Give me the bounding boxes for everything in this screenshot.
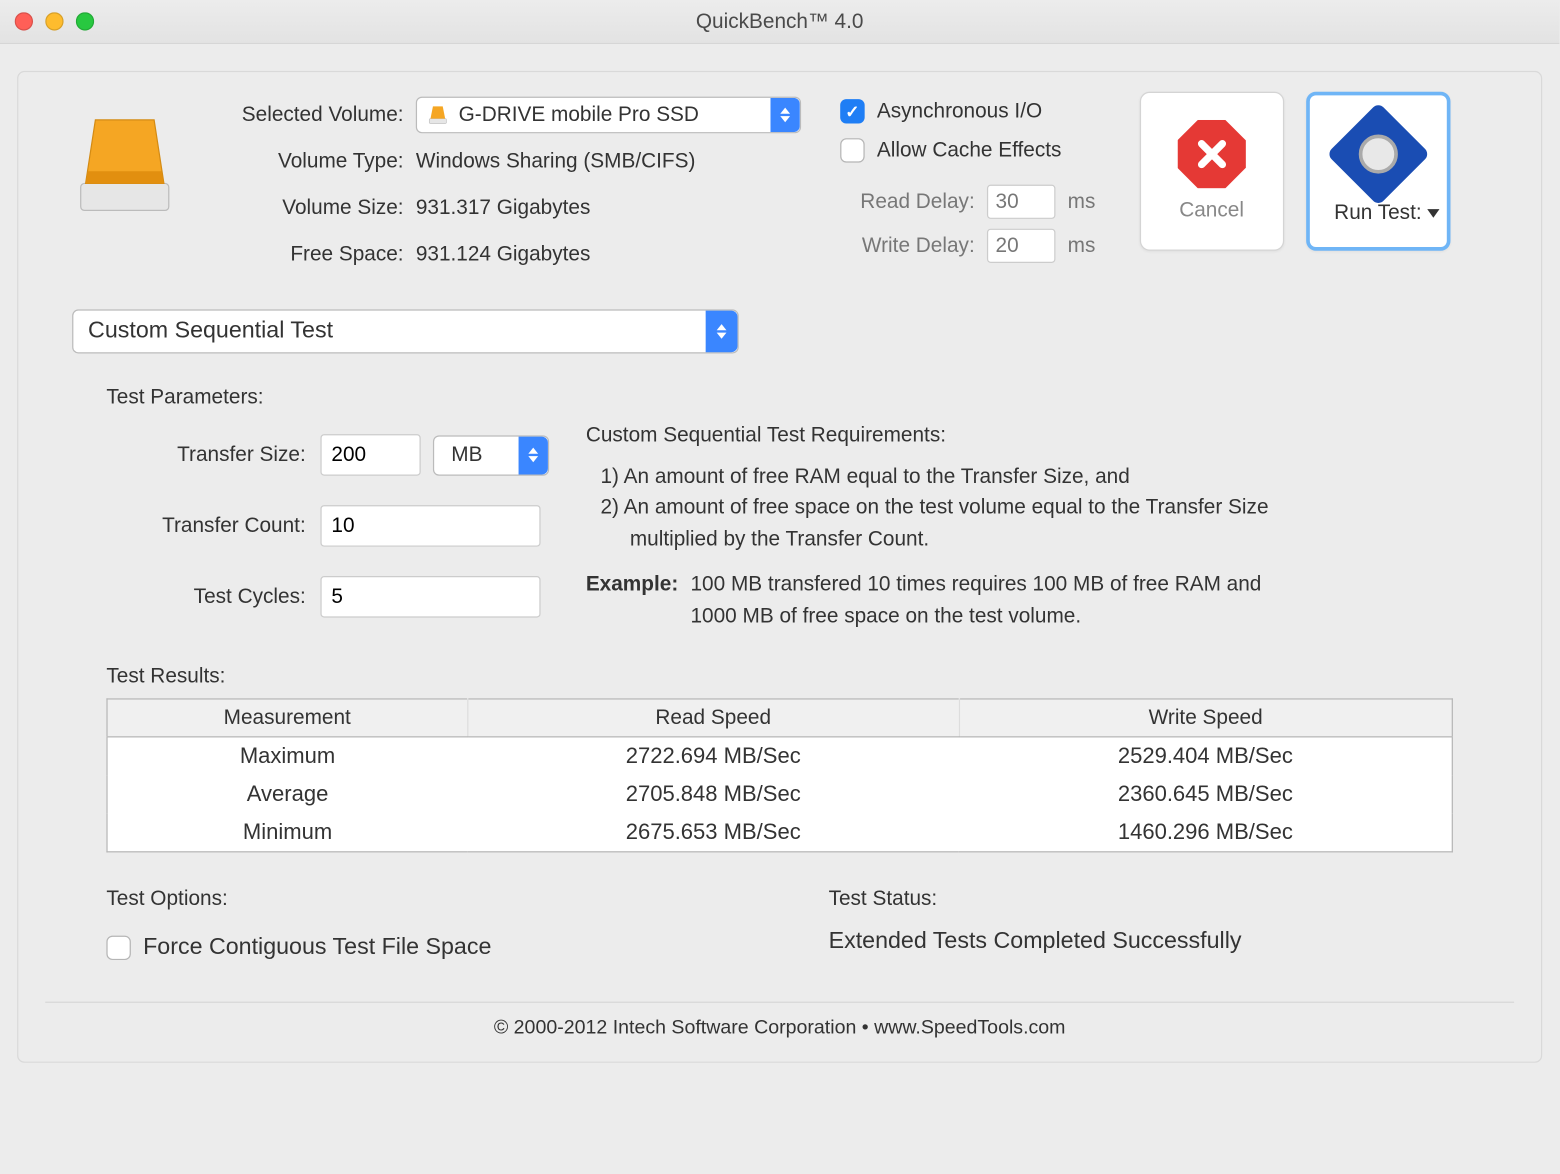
- table-row: Minimum 2675.653 MB/Sec 1460.296 MB/Sec: [107, 813, 1452, 852]
- results-table: Measurement Read Speed Write Speed Maxim…: [106, 698, 1453, 852]
- transfer-size-unit-value: MB: [451, 443, 482, 467]
- window-title: QuickBench™ 4.0: [0, 9, 1559, 33]
- requirements-text: Custom Sequential Test Requirements: 1) …: [586, 419, 1308, 632]
- table-row: Average 2705.848 MB/Sec 2360.645 MB/Sec: [107, 775, 1452, 813]
- run-test-button[interactable]: Run Test:: [1306, 92, 1450, 251]
- free-space-value: 931.124 Gigabytes: [416, 242, 591, 266]
- stopwatch-icon: [1341, 117, 1414, 190]
- test-type-value: Custom Sequential Test: [88, 318, 333, 345]
- volume-select[interactable]: G-DRIVE mobile Pro SSD: [416, 97, 801, 134]
- write-delay-unit: ms: [1068, 234, 1096, 258]
- test-type-select[interactable]: Custom Sequential Test: [72, 309, 739, 353]
- col-read-speed: Read Speed: [467, 699, 959, 737]
- cache-effects-checkbox[interactable]: [840, 138, 864, 162]
- cache-effects-label: Allow Cache Effects: [877, 138, 1062, 162]
- run-test-button-label: Run Test:: [1334, 201, 1421, 225]
- requirement-2: 2) An amount of free space on the test v…: [600, 492, 1307, 554]
- main-panel: Selected Volume: G-DRIVE mobile Pro SSD: [17, 71, 1542, 1063]
- read-delay-label: Read Delay:: [840, 190, 975, 214]
- dropdown-caret-icon: [519, 436, 548, 474]
- read-delay-input[interactable]: [987, 185, 1055, 219]
- read-delay-unit: ms: [1068, 190, 1096, 214]
- example-label: Example:: [586, 569, 678, 631]
- transfer-size-label: Transfer Size:: [106, 443, 320, 467]
- test-cycles-label: Test Cycles:: [106, 585, 320, 609]
- col-write-speed: Write Speed: [959, 699, 1452, 737]
- async-io-label: Asynchronous I/O: [877, 99, 1042, 123]
- drive-icon: [45, 92, 204, 227]
- volume-size-label: Volume Size:: [216, 196, 415, 220]
- write-delay-input[interactable]: [987, 229, 1055, 263]
- requirements-title: Custom Sequential Test Requirements:: [586, 419, 1308, 450]
- titlebar: QuickBench™ 4.0: [0, 0, 1559, 44]
- transfer-count-input[interactable]: [320, 505, 540, 547]
- volume-select-value: G-DRIVE mobile Pro SSD: [459, 103, 771, 127]
- test-results-heading: Test Results:: [106, 664, 1514, 688]
- cancel-button[interactable]: Cancel: [1139, 92, 1283, 251]
- dropdown-caret-icon: [770, 98, 799, 132]
- volume-size-value: 931.317 Gigabytes: [416, 196, 591, 220]
- volume-mini-icon: [427, 104, 449, 126]
- selected-volume-label: Selected Volume:: [216, 103, 415, 127]
- test-options-heading: Test Options:: [106, 887, 730, 911]
- cancel-button-label: Cancel: [1179, 198, 1244, 222]
- free-space-label: Free Space:: [216, 242, 415, 266]
- transfer-size-input[interactable]: [320, 434, 420, 476]
- transfer-size-unit-select[interactable]: MB: [433, 435, 549, 475]
- example-text: 100 MB transfered 10 times requires 100 …: [690, 569, 1307, 631]
- test-cycles-input[interactable]: [320, 576, 540, 618]
- test-status-heading: Test Status:: [829, 887, 1453, 911]
- io-options: ✓ Asynchronous I/O Allow Cache Effects R…: [840, 92, 1095, 268]
- force-contiguous-checkbox[interactable]: [106, 936, 130, 960]
- table-row: Maximum 2722.694 MB/Sec 2529.404 MB/Sec: [107, 737, 1452, 776]
- run-test-dropdown-icon: [1427, 209, 1439, 218]
- test-parameters-heading: Test Parameters:: [106, 385, 1514, 409]
- volume-type-label: Volume Type:: [216, 149, 415, 173]
- test-status-text: Extended Tests Completed Successfully: [829, 928, 1453, 955]
- footer-copyright: © 2000-2012 Intech Software Corporation …: [45, 1002, 1514, 1040]
- requirement-1: 1) An amount of free RAM equal to the Tr…: [600, 460, 1307, 491]
- transfer-count-label: Transfer Count:: [106, 514, 320, 538]
- app-window: QuickBench™ 4.0 Selected Volume:: [0, 0, 1559, 1174]
- force-contiguous-label: Force Contiguous Test File Space: [143, 934, 491, 961]
- dropdown-caret-icon: [706, 311, 738, 353]
- col-measurement: Measurement: [107, 699, 467, 737]
- volume-type-value: Windows Sharing (SMB/CIFS): [416, 149, 696, 173]
- async-io-checkbox[interactable]: ✓: [840, 99, 864, 123]
- volume-info: Selected Volume: G-DRIVE mobile Pro SSD: [216, 92, 801, 278]
- cancel-icon: [1177, 120, 1245, 188]
- write-delay-label: Write Delay:: [840, 234, 975, 258]
